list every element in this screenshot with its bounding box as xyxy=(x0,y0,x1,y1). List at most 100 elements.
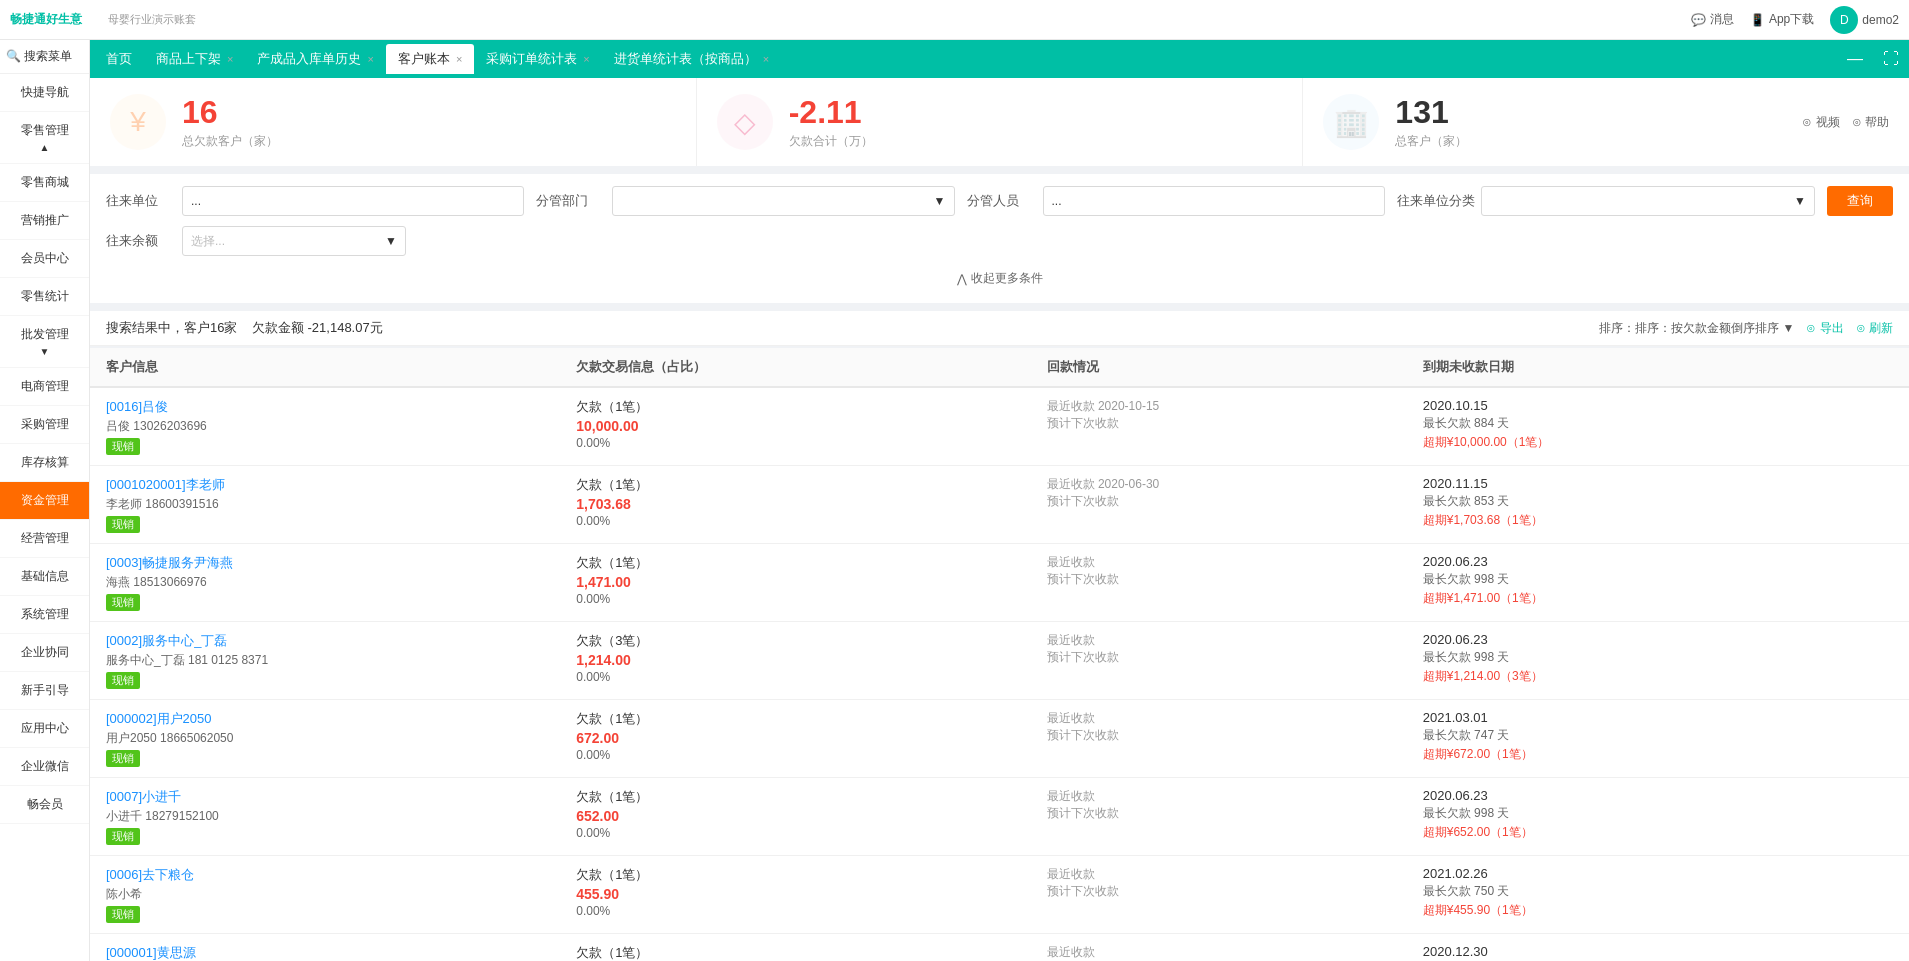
debt-count-5: 欠款（1笔） xyxy=(576,788,1046,806)
tab-purchase-order[interactable]: 采购订单统计表 × xyxy=(474,44,601,74)
customer-name-2[interactable]: [0003]畅捷服务尹海燕 xyxy=(106,554,576,572)
col-header-debt: 欠款交易信息（占比） xyxy=(576,358,1046,376)
collapse-bar[interactable]: ⋀ 收起更多条件 xyxy=(106,266,1893,291)
stat-owed-customers: ¥ 16 总欠款客户（家） xyxy=(90,78,697,166)
sidebar-item-retail-mall[interactable]: 零售商城 xyxy=(0,164,89,202)
tab-home[interactable]: 首页 xyxy=(94,44,144,74)
tab-production-close[interactable]: × xyxy=(367,53,373,65)
total-customers-label: 总客户（家） xyxy=(1395,133,1467,150)
sidebar-item-capital-mgmt[interactable]: 资金管理 xyxy=(0,482,89,520)
overdue-info-0: 2020.10.15 最长欠款 884 天 超期¥10,000.00（1笔） xyxy=(1423,398,1893,451)
dept-chevron-icon: ▼ xyxy=(934,194,946,208)
manager-input[interactable]: ... xyxy=(1043,186,1385,216)
stat-owed-amount: ◇ -2.11 欠款合计（万） xyxy=(697,78,1304,166)
overdue-amount-0[interactable]: 超期¥10,000.00（1笔） xyxy=(1423,434,1893,451)
return-info-7: 最近收款 预计下次收款 xyxy=(1047,944,1423,961)
stats-row: ¥ 16 总欠款客户（家） ◇ -2.11 欠款合计（万） xyxy=(90,78,1909,166)
overdue-amount-2[interactable]: 超期¥1,471.00（1笔） xyxy=(1423,590,1893,607)
sidebar-item-enterprise-wechat[interactable]: 企业微信 xyxy=(0,748,89,786)
app-download-button[interactable]: 📱 App下载 xyxy=(1750,11,1814,28)
sidebar-search[interactable]: 🔍 搜索菜单 xyxy=(0,40,89,74)
minimize-button[interactable]: — xyxy=(1841,48,1869,70)
sidebar-item-marketing[interactable]: 营销推广 xyxy=(0,202,89,240)
video-link[interactable]: ⊙ 视频 xyxy=(1802,114,1839,131)
overdue-amount-3[interactable]: 超期¥1,214.00（3笔） xyxy=(1423,668,1893,685)
overdue-amount-5[interactable]: 超期¥652.00（1笔） xyxy=(1423,824,1893,841)
sidebar-item-system-mgmt[interactable]: 系统管理 xyxy=(0,596,89,634)
customer-name-0[interactable]: [0016]吕俊 xyxy=(106,398,576,416)
debt-amount-6[interactable]: 455.90 xyxy=(576,886,1046,902)
balance-input[interactable]: 选择... ▼ xyxy=(182,226,406,256)
sidebar-item-purchase-mgmt[interactable]: 采购管理 xyxy=(0,406,89,444)
overdue-amount-4[interactable]: 超期¥672.00（1笔） xyxy=(1423,746,1893,763)
filter-dept: 分管部门 ▼ xyxy=(536,186,954,216)
debt-amount-1[interactable]: 1,703.68 xyxy=(576,496,1046,512)
customer-name-7[interactable]: [000001]黄思源 xyxy=(106,944,576,961)
debt-amount-3[interactable]: 1,214.00 xyxy=(576,652,1046,668)
return-label-7: 最近收款 xyxy=(1047,944,1423,961)
export-button[interactable]: ⊙ 导出 xyxy=(1806,320,1843,337)
debt-amount-2[interactable]: 1,471.00 xyxy=(576,574,1046,590)
tab-incoming-stats[interactable]: 进货单统计表（按商品） × xyxy=(602,44,781,74)
filter-area: 往来单位 ... 分管部门 ▼ xyxy=(90,174,1909,303)
tab-purchase-order-close[interactable]: × xyxy=(583,53,589,65)
overdue-date-4: 2021.03.01 xyxy=(1423,710,1893,725)
overdue-amount-6[interactable]: 超期¥455.90（1笔） xyxy=(1423,902,1893,919)
overdue-days-2: 最长欠款 998 天 xyxy=(1423,571,1893,588)
customer-name-3[interactable]: [0002]服务中心_丁磊 xyxy=(106,632,576,650)
sidebar-item-app-center[interactable]: 应用中心 xyxy=(0,710,89,748)
tab-products-close[interactable]: × xyxy=(227,53,233,65)
customer-info-6: [0006]去下粮仓 陈小希 现销 xyxy=(106,866,576,923)
debt-amount-4[interactable]: 672.00 xyxy=(576,730,1046,746)
customer-name-6[interactable]: [0006]去下粮仓 xyxy=(106,866,576,884)
sidebar-item-ecommerce[interactable]: 电商管理 xyxy=(0,368,89,406)
maximize-button[interactable]: ⛶ xyxy=(1877,48,1905,70)
debt-amount-0[interactable]: 10,000.00 xyxy=(576,418,1046,434)
refresh-button[interactable]: ⊙ 刷新 xyxy=(1856,320,1893,337)
message-label: 消息 xyxy=(1710,11,1734,28)
customer-name-4[interactable]: [000002]用户2050 xyxy=(106,710,576,728)
unit-category-input[interactable]: ▼ xyxy=(1481,186,1815,216)
sidebar-item-basic-info[interactable]: 基础信息 xyxy=(0,558,89,596)
unit-category-chevron-icon: ▼ xyxy=(1794,194,1806,208)
tab-customer-account-close[interactable]: × xyxy=(456,53,462,65)
sidebar-item-member-pro[interactable]: 畅会员 xyxy=(0,786,89,824)
sidebar-item-operations[interactable]: 经营管理 xyxy=(0,520,89,558)
owed-amount-label: 欠款合计（万） xyxy=(789,133,873,150)
customer-phone-3: 服务中心_丁磊 181 0125 8371 xyxy=(106,652,576,669)
overdue-days-6: 最长欠款 750 天 xyxy=(1423,883,1893,900)
sidebar-item-batch-mgmt[interactable]: 批发管理 ▼ xyxy=(0,316,89,368)
sidebar-item-new-guide[interactable]: 新手引导 xyxy=(0,672,89,710)
total-customers-icon: 🏢 xyxy=(1323,94,1379,150)
result-summary: 搜索结果中，客户16家 欠款金额 -21,148.07元 排序：排序：按欠款金额… xyxy=(90,311,1909,346)
source-unit-input[interactable]: ... xyxy=(182,186,524,216)
overdue-info-3: 2020.06.23 最长欠款 998 天 超期¥1,214.00（3笔） xyxy=(1423,632,1893,685)
customer-name-5[interactable]: [0007]小进千 xyxy=(106,788,576,806)
customer-name-1[interactable]: [0001020001]李老师 xyxy=(106,476,576,494)
dept-input[interactable]: ▼ xyxy=(612,186,954,216)
search-button[interactable]: 查询 xyxy=(1827,186,1893,216)
tab-incoming-stats-close[interactable]: × xyxy=(763,53,769,65)
return-next-6: 预计下次收款 xyxy=(1047,883,1423,900)
debt-count-3: 欠款（3笔） xyxy=(576,632,1046,650)
sidebar-item-quick-nav[interactable]: 快捷导航 xyxy=(0,74,89,112)
debt-info-2: 欠款（1笔） 1,471.00 0.00% xyxy=(576,554,1046,606)
tab-products[interactable]: 商品上下架 × xyxy=(144,44,245,74)
filter-row-1: 往来单位 ... 分管部门 ▼ xyxy=(106,186,1893,216)
tab-customer-account[interactable]: 客户账本 × xyxy=(386,44,474,74)
sidebar-item-enterprise-coop[interactable]: 企业协同 xyxy=(0,634,89,672)
result-actions: 排序：排序：按欠款金额倒序排序 ▼ ⊙ 导出 ⊙ 刷新 xyxy=(1599,320,1893,337)
sidebar-item-retail-stats[interactable]: 零售统计 xyxy=(0,278,89,316)
tab-production[interactable]: 产成品入库单历史 × xyxy=(245,44,385,74)
table-row: [0003]畅捷服务尹海燕 海燕 18513066976 现销 欠款（1笔） 1… xyxy=(90,544,1909,622)
sidebar-item-retail-mgmt[interactable]: 零售管理 ▲ xyxy=(0,112,89,164)
message-button[interactable]: 💬 消息 xyxy=(1691,11,1734,28)
overdue-amount-1[interactable]: 超期¥1,703.68（1笔） xyxy=(1423,512,1893,529)
sidebar-item-member-center[interactable]: 会员中心 xyxy=(0,240,89,278)
debt-amount-5[interactable]: 652.00 xyxy=(576,808,1046,824)
customer-phone-0: 吕俊 13026203696 xyxy=(106,418,576,435)
help-link[interactable]: ⊙ 帮助 xyxy=(1852,114,1889,131)
sidebar-item-inventory[interactable]: 库存核算 xyxy=(0,444,89,482)
overdue-days-5: 最长欠款 998 天 xyxy=(1423,805,1893,822)
user-avatar[interactable]: D demo2 xyxy=(1830,6,1899,34)
